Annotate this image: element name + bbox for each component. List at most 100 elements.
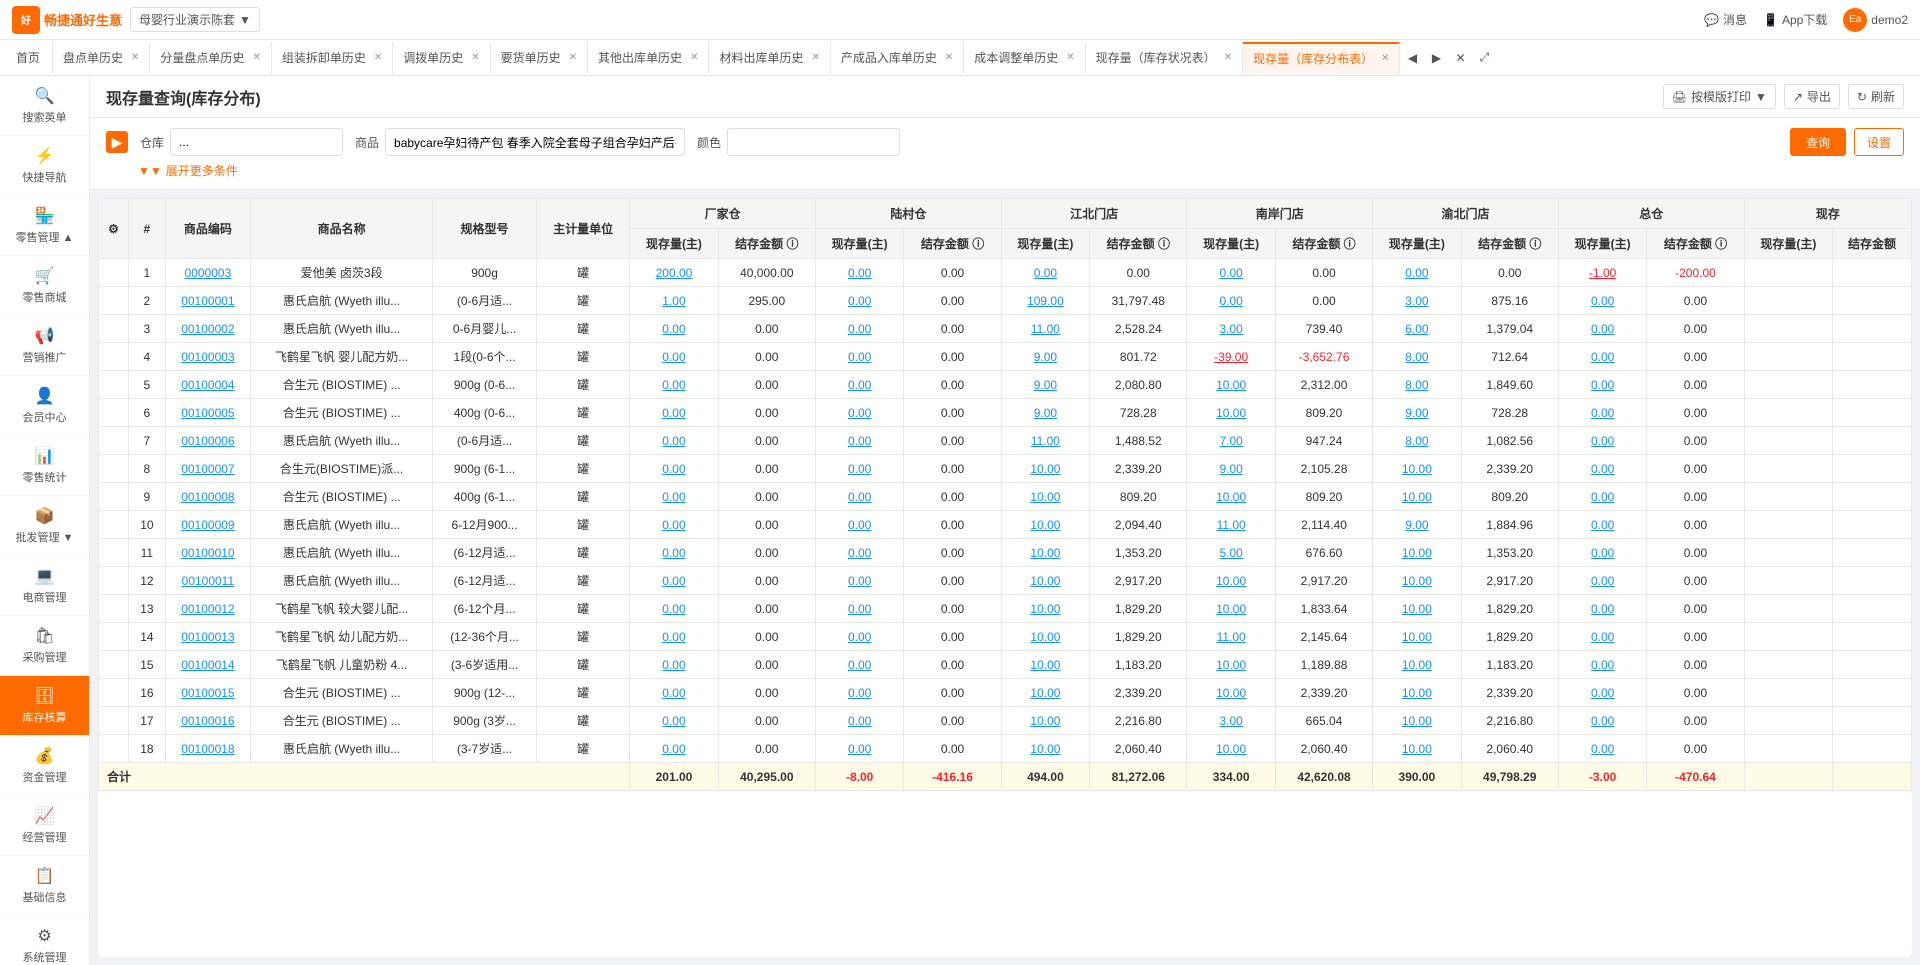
close-icon[interactable]: ✕ — [1381, 53, 1389, 64]
th-f2-qty: 现存量(主) — [815, 229, 903, 259]
sidebar-item-wholesale[interactable]: 📦 批发管理 ▼ — [0, 496, 89, 556]
close-icon[interactable]: ✕ — [569, 52, 577, 63]
sidebar-item-retail-stat[interactable]: 📊 零售统计 — [0, 436, 89, 496]
table-row: 1100100010惠氏启航 (Wyeth illu...(6-12月适...罐… — [99, 539, 1912, 567]
sidebar: 🔍 搜索英单 ⚡ 快捷导航 🏪 零售管理 ▲ 🛒 零售商城 📢 营销推广 👤 会… — [0, 76, 90, 965]
sidebar-item-member[interactable]: 👤 会员中心 — [0, 376, 89, 436]
th-f1-amt: 结存金额 ⓘ — [718, 229, 815, 259]
tab-product-in[interactable]: 产成品入库单历史 ✕ — [831, 42, 964, 74]
sidebar-item-retail-shop[interactable]: 🛒 零售商城 — [0, 256, 89, 316]
chevron-down-icon: ▼ — [239, 13, 251, 27]
sidebar-label-wholesale: 批发管理 ▼ — [16, 529, 74, 545]
sidebar-label-stat: 零售统计 — [23, 469, 67, 485]
page-header-actions: 🖨 按模版打印 ▼ ↗ 导出 ↻ 刷新 — [1663, 84, 1904, 109]
print-button[interactable]: 🖨 按模版打印 ▼ — [1663, 84, 1776, 109]
close-icon[interactable]: ✕ — [374, 52, 382, 63]
close-icon[interactable]: ✕ — [1224, 52, 1232, 63]
ops-icon: 📈 — [35, 806, 55, 826]
query-button[interactable]: 查询 — [1790, 128, 1846, 156]
tab-bar: 首页 盘点单历史 ✕ 分量盘点单历史 ✕ 组装拆卸单历史 ✕ 调拨单历史 ✕ 要… — [0, 40, 1920, 76]
color-input[interactable] — [727, 128, 900, 156]
filter-row: ▶ 仓库 商品 颜色 查询 设置 — [106, 128, 1904, 156]
close-icon[interactable]: ✕ — [1066, 52, 1074, 63]
table-row: 1200100011惠氏启航 (Wyeth illu...(6-12月适...罐… — [99, 567, 1912, 595]
tab-transfer[interactable]: 调拨单历史 ✕ — [393, 42, 490, 74]
sidebar-label-marketing: 营销推广 — [23, 349, 67, 365]
sidebar-item-ops[interactable]: 📈 经营管理 — [0, 796, 89, 856]
store-selector[interactable]: 母婴行业演示陈套 ▼ — [130, 7, 260, 32]
tab-other-out[interactable]: 其他出库单历史 ✕ — [588, 42, 709, 74]
th-f3-qty: 现存量(主) — [1001, 229, 1089, 259]
warehouse-label: 仓库 — [140, 134, 164, 151]
sidebar-item-purchase[interactable]: 🛍 采购管理 — [0, 616, 89, 676]
table-area: ⚙ # 商品编码 商品名称 规格型号 主计量单位 厂家仓 陆村仓 江北门店 南岸… — [98, 198, 1912, 957]
setting-button[interactable]: 设置 — [1854, 128, 1904, 156]
expand-conditions-btn[interactable]: ▼▼ 展开更多条件 — [138, 162, 1904, 179]
close-icon[interactable]: ✕ — [811, 52, 819, 63]
store-label: 母婴行业演示陈套 — [139, 11, 235, 28]
page-header: 现存量查询(库存分布) 🖨 按模版打印 ▼ ↗ 导出 ↻ 刷新 — [90, 76, 1920, 118]
collapse-arrow[interactable]: ▶ — [106, 131, 128, 153]
tab-stock-dist[interactable]: 现存量（库存分布表） ✕ — [1243, 42, 1400, 74]
sidebar-item-retail-mgmt[interactable]: 🏪 零售管理 ▲ — [0, 196, 89, 256]
tab-home[interactable]: 首页 — [4, 42, 53, 74]
th-lucun-wh: 陆村仓 — [815, 199, 1001, 229]
close-icon[interactable]: ✕ — [945, 52, 953, 63]
footer-total-qty: -3.00 — [1558, 763, 1646, 791]
retail-icon: 🏪 — [35, 206, 55, 226]
inventory-icon: 🗄 — [34, 686, 54, 706]
sidebar-item-inventory[interactable]: 🗄 库存核算 — [0, 676, 89, 736]
layout: 🔍 搜索英单 ⚡ 快捷导航 🏪 零售管理 ▲ 🛒 零售商城 📢 营销推广 👤 会… — [0, 76, 1920, 965]
footer-f2-qty: -8.00 — [815, 763, 903, 791]
th-settings[interactable]: ⚙ — [99, 199, 129, 259]
sidebar-item-system[interactable]: ⚙ 系统管理 — [0, 916, 89, 965]
sidebar-label-inventory: 库存核算 — [23, 709, 67, 725]
sidebar-item-quick[interactable]: ⚡ 快捷导航 — [0, 136, 89, 196]
tab-stock-status[interactable]: 现存量（库存状况表） ✕ — [1086, 42, 1243, 74]
table-row: 1800100018惠氏启航 (Wyeth illu...(3-7岁适...罐0… — [99, 735, 1912, 763]
th-f3-amt: 结存金额 ⓘ — [1090, 229, 1187, 259]
search-icon: 🔍 — [35, 86, 55, 106]
tab-requisition[interactable]: 要货单历史 ✕ — [491, 42, 588, 74]
goods-input[interactable] — [385, 128, 685, 156]
th-f5-qty: 现存量(主) — [1373, 229, 1461, 259]
chevron-icon: ▼ — [1755, 90, 1767, 104]
tab-stock-detail[interactable]: 盘点单历史 ✕ — [53, 42, 150, 74]
tab-material-out[interactable]: 材料出库单历史 ✕ — [709, 42, 830, 74]
sidebar-label-ecomm: 电商管理 — [23, 589, 67, 605]
message-item[interactable]: 💬 消息 — [1704, 11, 1747, 28]
app-download-item[interactable]: 📱 App下载 — [1763, 11, 1827, 28]
close-icon[interactable]: ✕ — [252, 52, 260, 63]
table-header-row-1: ⚙ # 商品编码 商品名称 规格型号 主计量单位 厂家仓 陆村仓 江北门店 南岸… — [99, 199, 1912, 229]
sidebar-item-finance[interactable]: 💰 资金管理 — [0, 736, 89, 796]
warehouse-input[interactable] — [170, 128, 343, 156]
footer-label: 合计 — [99, 763, 630, 791]
table-row: 400100003飞鹤星飞帆 婴儿配方奶...1段(0-6个...罐0.000.… — [99, 343, 1912, 371]
tab-stock-split[interactable]: 分量盘点单历史 ✕ — [150, 42, 271, 74]
tab-assemble[interactable]: 组装拆卸单历史 ✕ — [272, 42, 393, 74]
sidebar-item-basic[interactable]: 📋 基础信息 — [0, 856, 89, 916]
tab-next-btn[interactable]: ▶ — [1424, 42, 1448, 74]
app-label: App下载 — [1782, 11, 1827, 28]
filter-area: ▶ 仓库 商品 颜色 查询 设置 — [90, 118, 1920, 190]
tab-prev-btn[interactable]: ◀ — [1400, 42, 1424, 74]
sidebar-item-ecomm[interactable]: 💻 电商管理 — [0, 556, 89, 616]
sidebar-item-search[interactable]: 🔍 搜索英单 — [0, 76, 89, 136]
footer-f3-qty: 494.00 — [1001, 763, 1089, 791]
table-row: 200100001惠氏启航 (Wyeth illu...(0-6月适...罐1.… — [99, 287, 1912, 315]
close-icon[interactable]: ✕ — [471, 52, 479, 63]
sidebar-label-basic: 基础信息 — [23, 889, 67, 905]
close-icon[interactable]: ✕ — [690, 52, 698, 63]
basic-icon: 📋 — [35, 866, 55, 886]
tab-expand-btn[interactable]: ⤢ — [1472, 42, 1496, 74]
tab-cost-adj[interactable]: 成本调整单历史 ✕ — [964, 42, 1085, 74]
refresh-button[interactable]: ↻ 刷新 — [1848, 84, 1904, 109]
footer-f3-amt: 81,272.06 — [1090, 763, 1187, 791]
tab-close-all-btn[interactable]: ✕ — [1448, 42, 1472, 74]
close-icon[interactable]: ✕ — [131, 52, 139, 63]
purchase-icon: 🛍 — [34, 626, 54, 646]
sidebar-item-marketing[interactable]: 📢 营销推广 — [0, 316, 89, 376]
user-item[interactable]: Ea demo2 — [1843, 8, 1908, 32]
export-button[interactable]: ↗ 导出 — [1784, 84, 1840, 109]
sidebar-label-member: 会员中心 — [23, 409, 67, 425]
